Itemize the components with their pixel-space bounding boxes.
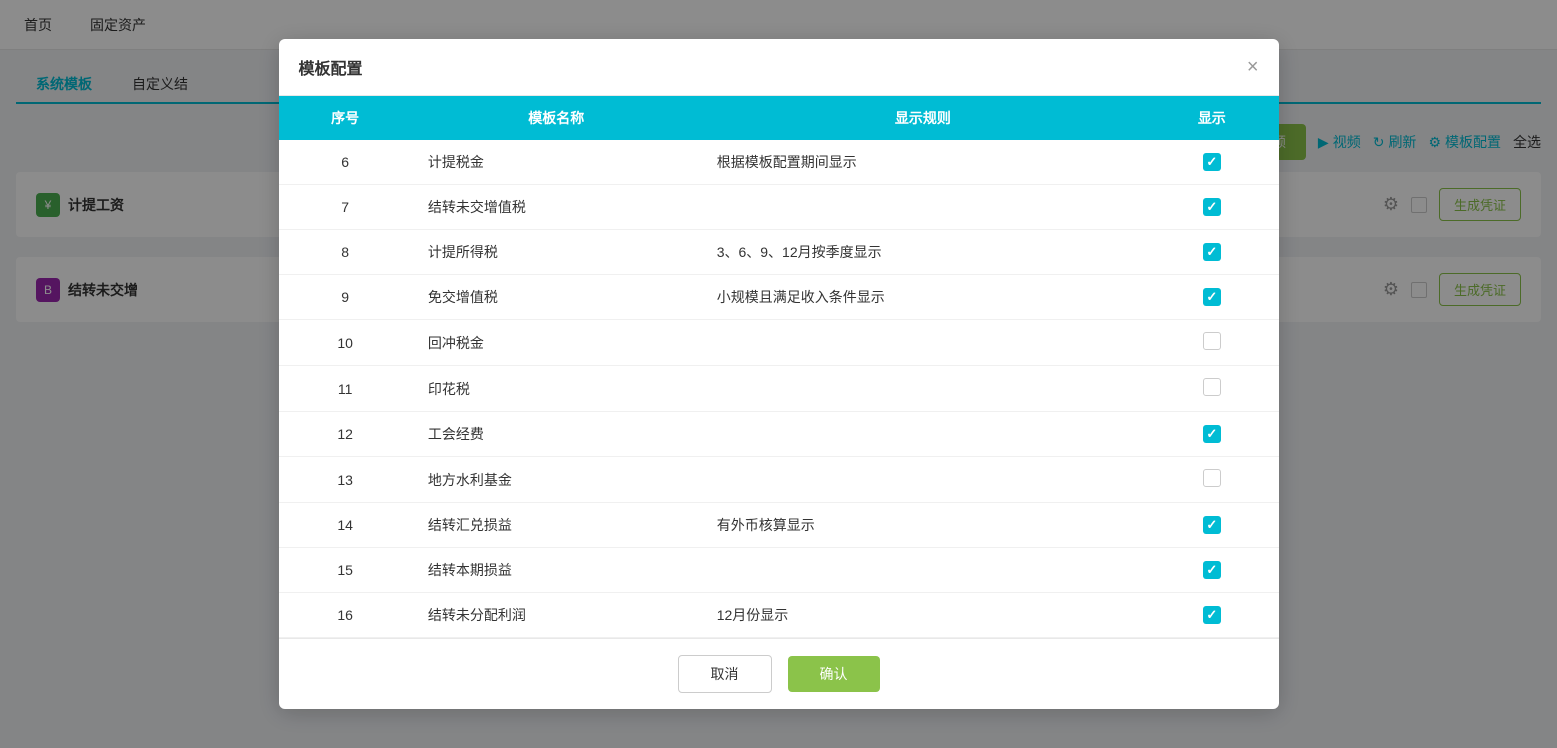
row-rule (701, 548, 1145, 593)
row-id: 6 (279, 140, 412, 185)
row-checkbox-cell (1145, 320, 1278, 366)
table-row: 15结转本期损益 (279, 548, 1279, 593)
checkbox-unchecked[interactable] (1203, 378, 1221, 396)
row-name: 回冲税金 (412, 320, 701, 366)
row-id: 11 (279, 366, 412, 412)
table-row: 7结转未交增值税 (279, 185, 1279, 230)
cancel-button[interactable]: 取消 (678, 655, 772, 693)
row-rule: 3、6、9、12月按季度显示 (701, 230, 1145, 275)
row-checkbox-cell (1145, 140, 1278, 185)
row-id: 9 (279, 275, 412, 320)
row-rule (701, 366, 1145, 412)
col-header-rule: 显示规则 (701, 96, 1145, 140)
row-checkbox-cell (1145, 275, 1278, 320)
table-row: 14结转汇兑损益有外币核算显示 (279, 503, 1279, 548)
row-name: 印花税 (412, 366, 701, 412)
row-rule: 根据模板配置期间显示 (701, 140, 1145, 185)
modal-overlay: 模板配置 × 序号 模板名称 显示规则 显示 6计提税金根据模板配置期间显示7结… (0, 0, 1557, 748)
row-rule: 小规模且满足收入条件显示 (701, 275, 1145, 320)
checkbox-checked[interactable] (1203, 288, 1221, 306)
row-rule (701, 457, 1145, 503)
row-name: 结转未交增值税 (412, 185, 701, 230)
row-id: 16 (279, 593, 412, 638)
modal-header: 模板配置 × (279, 39, 1279, 96)
table-row: 13地方水利基金 (279, 457, 1279, 503)
table-row: 10回冲税金 (279, 320, 1279, 366)
row-rule (701, 185, 1145, 230)
row-id: 7 (279, 185, 412, 230)
row-checkbox-cell (1145, 457, 1278, 503)
row-name: 计提所得税 (412, 230, 701, 275)
table-row: 12工会经费 (279, 412, 1279, 457)
row-name: 免交增值税 (412, 275, 701, 320)
table-body: 6计提税金根据模板配置期间显示7结转未交增值税8计提所得税3、6、9、12月按季… (279, 140, 1279, 638)
row-checkbox-cell (1145, 503, 1278, 548)
table-head: 序号 模板名称 显示规则 显示 (279, 96, 1279, 140)
checkbox-checked[interactable] (1203, 516, 1221, 534)
checkbox-checked[interactable] (1203, 243, 1221, 261)
row-checkbox-cell (1145, 593, 1278, 638)
modal-footer: 取消 确认 (279, 638, 1279, 709)
row-checkbox-cell (1145, 366, 1278, 412)
row-name: 地方水利基金 (412, 457, 701, 503)
modal-close-button[interactable]: × (1247, 57, 1259, 77)
row-id: 8 (279, 230, 412, 275)
row-id: 15 (279, 548, 412, 593)
checkbox-checked[interactable] (1203, 425, 1221, 443)
col-header-display: 显示 (1145, 96, 1278, 140)
row-rule (701, 320, 1145, 366)
checkbox-checked[interactable] (1203, 198, 1221, 216)
modal-template-config: 模板配置 × 序号 模板名称 显示规则 显示 6计提税金根据模板配置期间显示7结… (279, 39, 1279, 709)
row-id: 14 (279, 503, 412, 548)
col-header-name: 模板名称 (412, 96, 701, 140)
table-row: 16结转未分配利润12月份显示 (279, 593, 1279, 638)
row-name: 计提税金 (412, 140, 701, 185)
row-checkbox-cell (1145, 548, 1278, 593)
row-checkbox-cell (1145, 185, 1278, 230)
table-row: 6计提税金根据模板配置期间显示 (279, 140, 1279, 185)
modal-title: 模板配置 (299, 55, 363, 79)
row-rule (701, 412, 1145, 457)
row-id: 13 (279, 457, 412, 503)
config-table: 序号 模板名称 显示规则 显示 6计提税金根据模板配置期间显示7结转未交增值税8… (279, 96, 1279, 638)
row-checkbox-cell (1145, 412, 1278, 457)
checkbox-unchecked[interactable] (1203, 332, 1221, 350)
row-id: 12 (279, 412, 412, 457)
row-name: 工会经费 (412, 412, 701, 457)
row-rule: 12月份显示 (701, 593, 1145, 638)
checkbox-unchecked[interactable] (1203, 469, 1221, 487)
row-name: 结转汇兑损益 (412, 503, 701, 548)
row-id: 10 (279, 320, 412, 366)
row-name: 结转本期损益 (412, 548, 701, 593)
confirm-button[interactable]: 确认 (788, 656, 880, 692)
table-row: 9免交增值税小规模且满足收入条件显示 (279, 275, 1279, 320)
row-rule: 有外币核算显示 (701, 503, 1145, 548)
col-header-id: 序号 (279, 96, 412, 140)
table-row: 11印花税 (279, 366, 1279, 412)
checkbox-checked[interactable] (1203, 153, 1221, 171)
checkbox-checked[interactable] (1203, 561, 1221, 579)
row-checkbox-cell (1145, 230, 1278, 275)
row-name: 结转未分配利润 (412, 593, 701, 638)
modal-body: 序号 模板名称 显示规则 显示 6计提税金根据模板配置期间显示7结转未交增值税8… (279, 96, 1279, 638)
table-row: 8计提所得税3、6、9、12月按季度显示 (279, 230, 1279, 275)
checkbox-checked[interactable] (1203, 606, 1221, 624)
